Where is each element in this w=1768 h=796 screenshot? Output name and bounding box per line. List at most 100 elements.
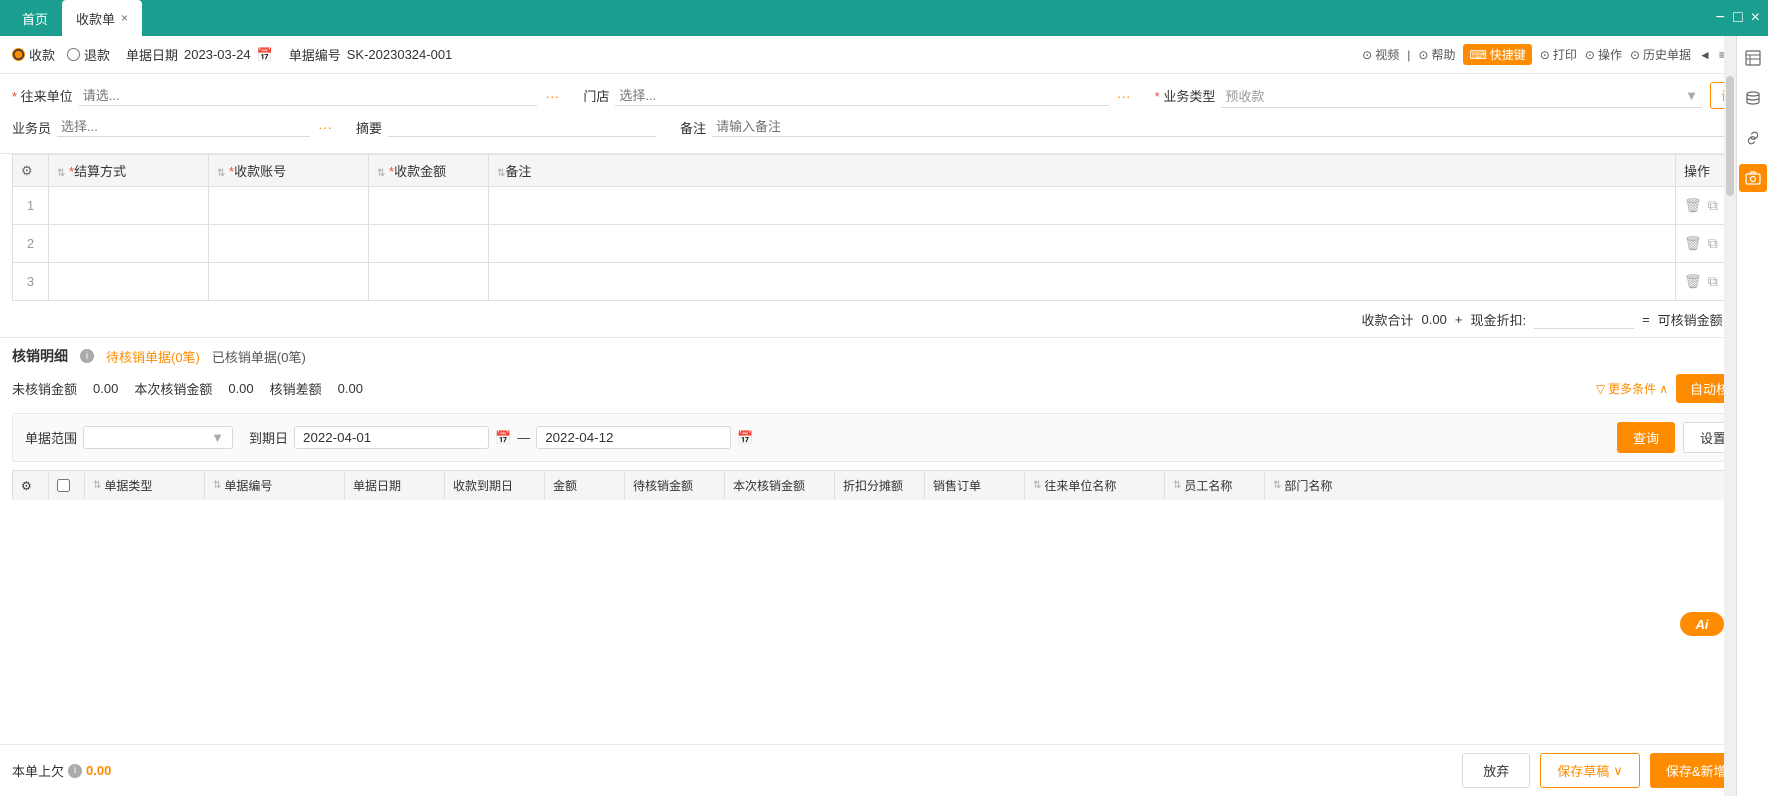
vth-doc-type: ⇅单据类型 [85, 471, 205, 500]
tab-receipt[interactable]: 收款单 × [62, 0, 142, 36]
row-3-copy-icon[interactable]: ⧉ [1708, 273, 1718, 290]
print-btn[interactable]: ⊙ 打印 [1540, 46, 1577, 63]
operation-btn[interactable]: ⊙ 操作 [1585, 46, 1622, 63]
row-3-amount[interactable] [369, 263, 489, 301]
radio-refund[interactable]: 退款 [67, 45, 110, 64]
window-close-icon[interactable]: × [1751, 9, 1760, 27]
row-1-copy-icon[interactable]: ⧉ [1708, 197, 1718, 214]
due-date-field: 到期日 📅 — 📅 [249, 426, 753, 449]
row-2-delete-icon[interactable]: 🗑 [1684, 235, 1702, 252]
sum-discount-input[interactable] [1534, 309, 1634, 329]
vth-counterpart: ⇅往来单位名称 [1025, 471, 1165, 500]
calendar-icon[interactable]: 📅 [257, 47, 273, 63]
more-conditions-btn[interactable]: ▽ 更多条件 ∧ [1596, 380, 1668, 397]
radio-receipt[interactable]: 收款 [12, 45, 55, 64]
row-2-copy-icon[interactable]: ⧉ [1708, 235, 1718, 252]
row-1-settlement[interactable] [49, 187, 209, 225]
verify-stats: 未核销金额 0.00 本次核销金额 0.00 核销差额 0.00 ▽ 更多条件 … [12, 374, 1756, 403]
save-draft-chevron: ∨ [1613, 763, 1623, 779]
row-3-no: 3 [13, 263, 49, 301]
window-max-icon[interactable]: □ [1733, 9, 1743, 27]
row-3-settlement[interactable] [49, 263, 209, 301]
date-to-input[interactable] [536, 426, 731, 449]
abandon-btn[interactable]: 放弃 [1462, 753, 1530, 788]
row-2-remark[interactable] [489, 225, 1676, 263]
biz-type-arrow: ▼ [1685, 88, 1698, 103]
counterpart-ellipsis[interactable]: ··· [545, 88, 559, 104]
staff-ellipsis[interactable]: ··· [318, 119, 332, 135]
calendar-to-icon[interactable]: 📅 [737, 430, 753, 446]
shortcut-btn[interactable]: ⌨ 快捷键 [1463, 44, 1531, 65]
tab-verified[interactable]: 已核销单据(0笔) [212, 347, 306, 366]
row-1-delete-icon[interactable]: 🗑 [1684, 197, 1702, 214]
sum-label1: 收款合计 [1362, 310, 1414, 329]
table-header-account: ⇅ *收款账号 [209, 155, 369, 187]
video-btn[interactable]: ⊙ 视频 [1362, 46, 1399, 63]
row-2-settlement[interactable] [49, 225, 209, 263]
shop-ellipsis[interactable]: ··· [1117, 88, 1131, 104]
verify-filter-row: 单据范围 ▼ 到期日 📅 — 📅 查询 设置 [12, 413, 1756, 462]
history-icon: ⊙ [1630, 48, 1640, 62]
help-icon: ⊙ [1418, 48, 1428, 62]
summary-input[interactable] [388, 117, 656, 137]
table-row: 3 🗑 ⧉ [13, 263, 1756, 301]
range-field: 单据范围 ▼ [25, 426, 233, 449]
range-select[interactable]: ▼ [83, 426, 233, 449]
sidebar-database-icon[interactable] [1739, 84, 1767, 112]
tab-home[interactable]: 首页 [8, 0, 62, 36]
nav-left-btn[interactable]: ◄ [1699, 48, 1711, 62]
sidebar-camera-icon[interactable] [1739, 164, 1767, 192]
scroll-area [1724, 36, 1736, 796]
row-1-amount[interactable] [369, 187, 489, 225]
save-draft-btn[interactable]: 保存草稿 ∨ [1540, 753, 1640, 788]
video-icon: ⊙ [1362, 48, 1372, 62]
receipt-refund-radio: 收款 退款 [12, 45, 110, 64]
shortcut-icon: ⌨ [1469, 48, 1486, 62]
vth-current-amount: 本次核销金额 [725, 471, 835, 500]
row-2-account[interactable] [209, 225, 369, 263]
summary-field: 摘要 [356, 117, 656, 137]
row-3-account[interactable] [209, 263, 369, 301]
print-icon: ⊙ [1540, 48, 1550, 62]
staff-input[interactable] [57, 117, 310, 137]
current-label: 本次核销金额 [134, 379, 212, 398]
history-btn[interactable]: ⊙ 历史单据 [1630, 46, 1691, 63]
operation-icon: ⊙ [1585, 48, 1595, 62]
row-1-account[interactable] [209, 187, 369, 225]
help-btn[interactable]: ⊙ 帮助 [1418, 46, 1455, 63]
row-3-remark[interactable] [489, 263, 1676, 301]
vth-gear[interactable]: ⚙ [13, 473, 49, 499]
table-gear-icon[interactable]: ⚙ [21, 163, 33, 178]
bottom-bar: 本单上欠 i 0.00 放弃 保存草稿 ∨ 保存&新增 ∨ [0, 744, 1768, 796]
tab-pending-verify[interactable]: 待核销单据(0笔) [106, 347, 200, 366]
sidebar-link-icon[interactable] [1739, 124, 1767, 152]
table-row: 1 🗑 ⧉ [13, 187, 1756, 225]
verify-section: 核销明细 i 待核销单据(0笔) 已核销单据(0笔) 未核销金额 0.00 本次… [0, 338, 1768, 744]
calendar-from-icon[interactable]: 📅 [495, 430, 511, 446]
row-2-amount[interactable] [369, 225, 489, 263]
bottom-due: 本单上欠 i 0.00 [12, 761, 111, 780]
row-1-no: 1 [13, 187, 49, 225]
shop-input[interactable] [615, 86, 1108, 106]
due-info-icon[interactable]: i [68, 764, 82, 778]
row-1-remark[interactable] [489, 187, 1676, 225]
form-row-2: 业务员 ··· 摘要 备注 [12, 117, 1756, 137]
table-header-remark: ⇅备注 [489, 155, 1676, 187]
verify-info-icon[interactable]: i [80, 349, 94, 363]
select-all-checkbox[interactable] [57, 479, 70, 492]
table-gear-header: ⚙ [13, 155, 49, 187]
vth-staff: ⇅员工名称 [1165, 471, 1265, 500]
scroll-thumb[interactable] [1726, 76, 1734, 196]
row-3-delete-icon[interactable]: 🗑 [1684, 273, 1702, 290]
biz-type-select[interactable]: 预收款 ▼ [1221, 84, 1702, 108]
date-from-input[interactable] [294, 426, 489, 449]
counterpart-input[interactable] [79, 86, 538, 106]
query-btn[interactable]: 查询 [1617, 422, 1675, 453]
vth-checkbox[interactable] [49, 473, 85, 498]
ai-badge[interactable]: Ai [1680, 612, 1724, 636]
tab-close-icon[interactable]: × [121, 11, 128, 25]
unverified-label: 未核销金额 [12, 379, 77, 398]
remark-input[interactable] [712, 117, 1756, 137]
sidebar-table-icon[interactable] [1739, 44, 1767, 72]
window-min-icon[interactable]: − [1716, 9, 1725, 27]
